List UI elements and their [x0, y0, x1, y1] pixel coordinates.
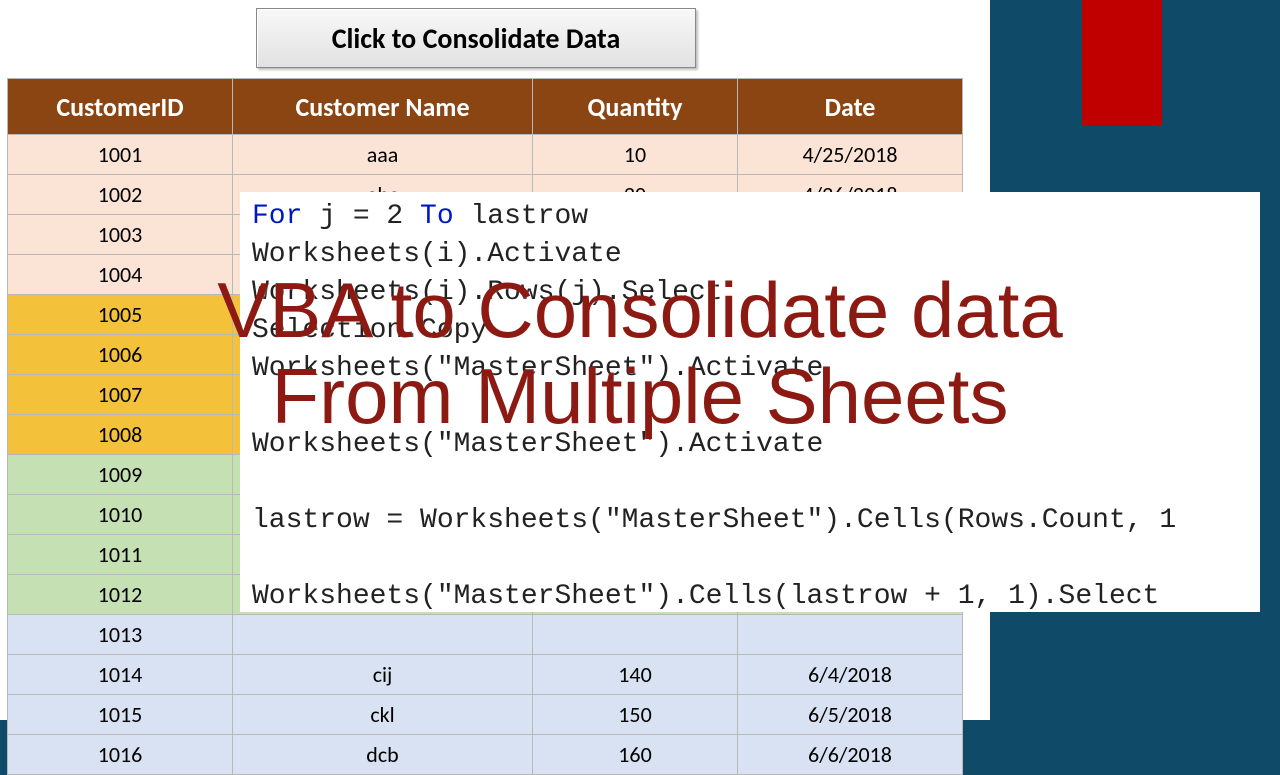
- code-line: Selection.Copy: [252, 315, 487, 346]
- cell-id[interactable]: 1014: [8, 655, 233, 695]
- cell-name[interactable]: cij: [233, 655, 533, 695]
- cell-date[interactable]: 6/6/2018: [738, 735, 963, 775]
- col-header-date[interactable]: Date: [738, 79, 963, 135]
- consolidate-button[interactable]: Click to Consolidate Data: [256, 8, 696, 68]
- cell-id[interactable]: 1013: [8, 615, 233, 655]
- code-line: lastrow = Worksheets("MasterSheet").Cell…: [252, 505, 1176, 536]
- vba-code-box: For j = 2 To lastrow Worksheets(i).Activ…: [240, 192, 1260, 612]
- cell-date[interactable]: [738, 615, 963, 655]
- col-header-customername[interactable]: Customer Name: [233, 79, 533, 135]
- cell-id[interactable]: 1001: [8, 135, 233, 175]
- cell-id[interactable]: 1015: [8, 695, 233, 735]
- table-row[interactable]: 1016dcb1606/6/2018: [8, 735, 963, 775]
- cell-qty[interactable]: 160: [533, 735, 738, 775]
- table-row[interactable]: 1015ckl1506/5/2018: [8, 695, 963, 735]
- table-row[interactable]: 1001aaa104/25/2018: [8, 135, 963, 175]
- code-line: Worksheets("MasterSheet").Activate: [252, 353, 823, 384]
- cell-id[interactable]: 1011: [8, 535, 233, 575]
- code-line: Worksheets(i).Rows(j).Select: [252, 277, 722, 308]
- cell-id[interactable]: 1006: [8, 335, 233, 375]
- cell-id[interactable]: 1008: [8, 415, 233, 455]
- code-line: Worksheets("MasterSheet").Activate: [252, 429, 823, 460]
- cell-qty[interactable]: 10: [533, 135, 738, 175]
- code-line: Worksheets(i).Activate: [252, 239, 622, 270]
- cell-date[interactable]: 4/25/2018: [738, 135, 963, 175]
- cell-id[interactable]: 1003: [8, 215, 233, 255]
- cell-id[interactable]: 1002: [8, 175, 233, 215]
- cell-id[interactable]: 1012: [8, 575, 233, 615]
- code-line: Worksheets("MasterSheet").Cells(lastrow …: [252, 581, 1159, 612]
- cell-name[interactable]: ckl: [233, 695, 533, 735]
- cell-name[interactable]: aaa: [233, 135, 533, 175]
- col-header-quantity[interactable]: Quantity: [533, 79, 738, 135]
- col-header-customerid[interactable]: CustomerID: [8, 79, 233, 135]
- cell-qty[interactable]: 140: [533, 655, 738, 695]
- code-text: lastrow: [454, 201, 588, 232]
- code-kw-for: For: [252, 201, 302, 232]
- cell-qty[interactable]: [533, 615, 738, 655]
- accent-block: [1082, 0, 1162, 126]
- table-row[interactable]: 1014cij1406/4/2018: [8, 655, 963, 695]
- code-text: j = 2: [302, 201, 420, 232]
- cell-date[interactable]: 6/5/2018: [738, 695, 963, 735]
- cell-id[interactable]: 1004: [8, 255, 233, 295]
- table-row[interactable]: 1013: [8, 615, 963, 655]
- cell-id[interactable]: 1016: [8, 735, 233, 775]
- cell-id[interactable]: 1005: [8, 295, 233, 335]
- code-kw-to: To: [420, 201, 454, 232]
- header-row: CustomerID Customer Name Quantity Date: [8, 79, 963, 135]
- cell-qty[interactable]: 150: [533, 695, 738, 735]
- cell-id[interactable]: 1009: [8, 455, 233, 495]
- cell-name[interactable]: dcb: [233, 735, 533, 775]
- cell-name[interactable]: [233, 615, 533, 655]
- cell-id[interactable]: 1010: [8, 495, 233, 535]
- cell-date[interactable]: 6/4/2018: [738, 655, 963, 695]
- cell-id[interactable]: 1007: [8, 375, 233, 415]
